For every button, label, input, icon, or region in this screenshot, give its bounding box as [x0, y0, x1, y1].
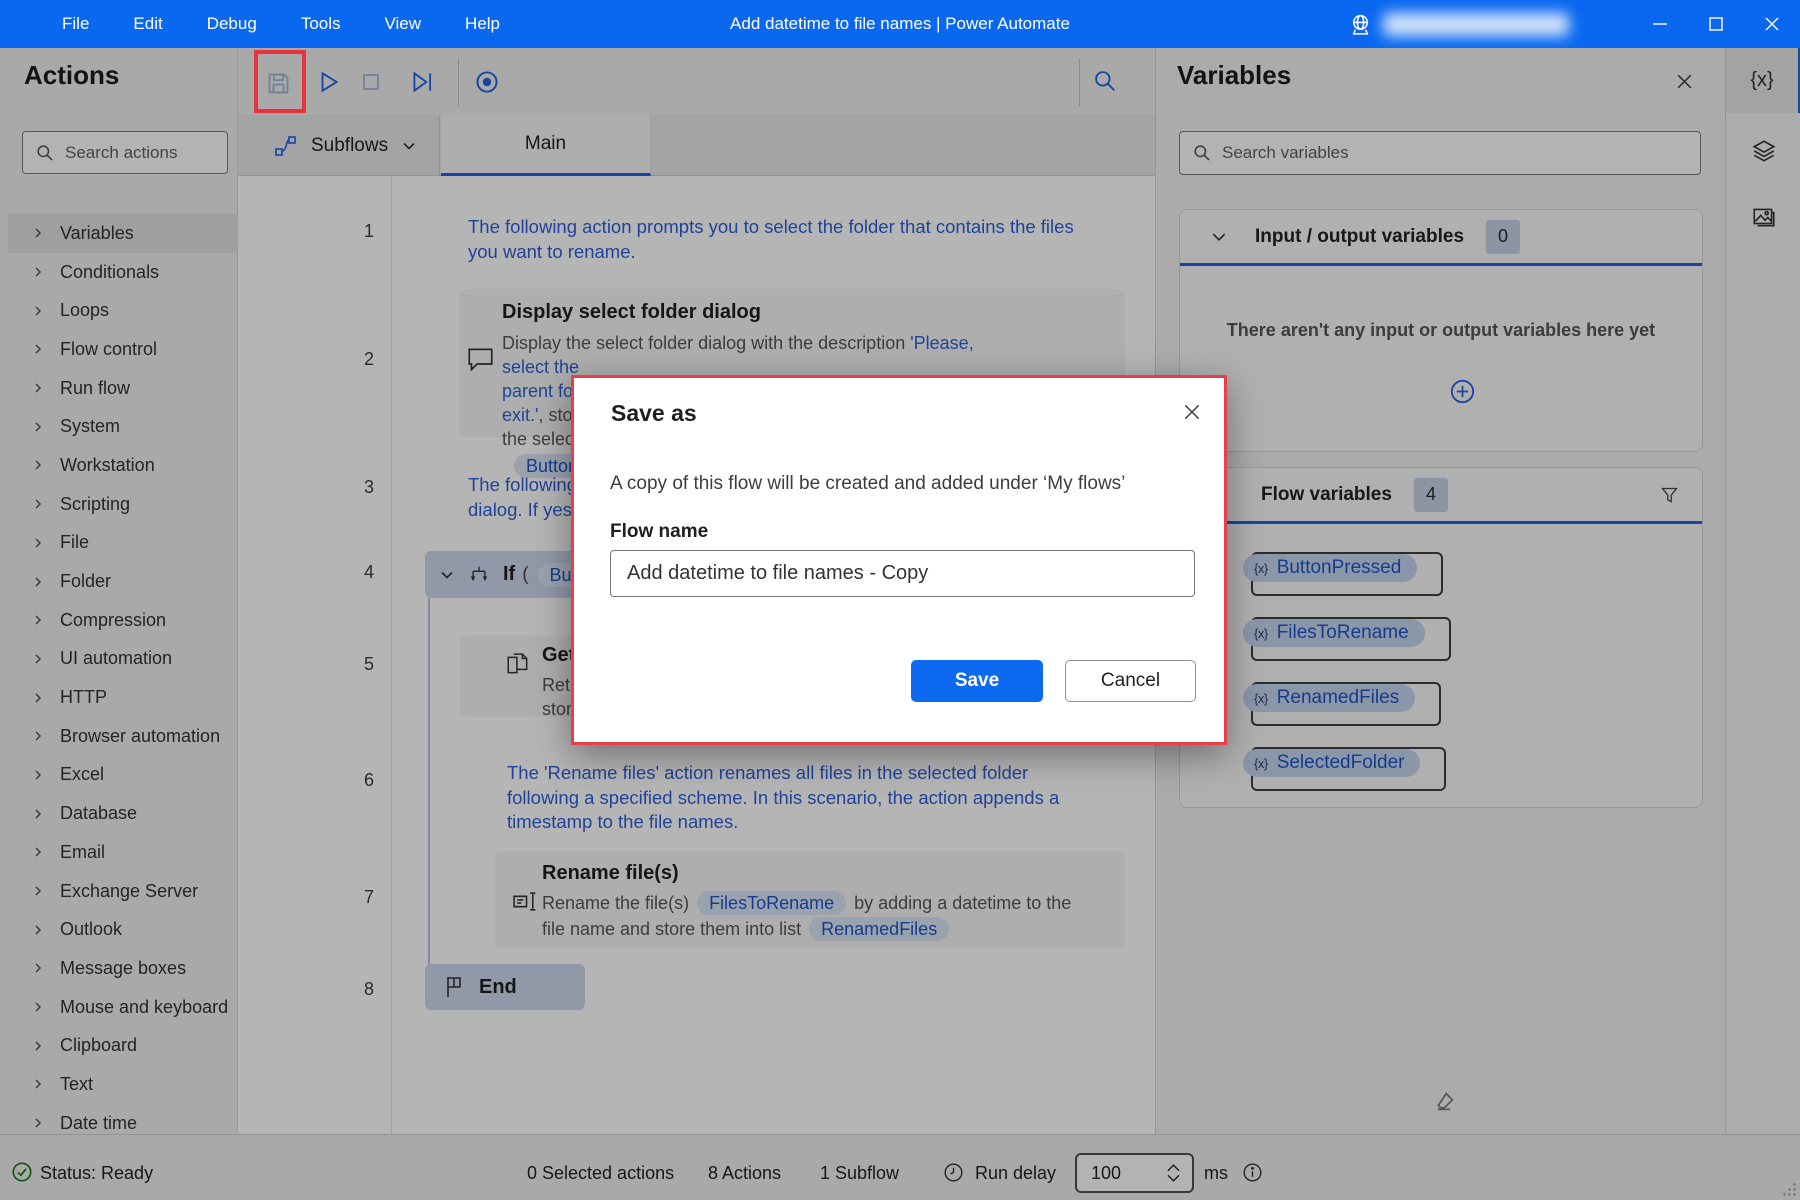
menu-item[interactable]: Help — [465, 14, 500, 34]
cancel-button[interactable]: Cancel — [1065, 660, 1196, 702]
save-as-dialog: Save as A copy of this flow will be crea… — [571, 375, 1227, 745]
close-icon — [1182, 402, 1202, 422]
menu-item[interactable]: Debug — [207, 14, 257, 34]
menu-item[interactable]: Edit — [133, 14, 162, 34]
flow-name-input[interactable] — [610, 550, 1195, 597]
maximize-button[interactable] — [1688, 0, 1744, 48]
dialog-title: Save as — [611, 400, 697, 427]
redacted-account-name — [1383, 13, 1569, 36]
dialog-close-button[interactable] — [1182, 402, 1202, 422]
power-automate-window: FileEditDebugToolsViewHelp Add datetime … — [0, 0, 1800, 1200]
menu-item[interactable]: View — [385, 14, 422, 34]
save-button[interactable]: Save — [911, 660, 1043, 702]
title-bar: FileEditDebugToolsViewHelp Add datetime … — [0, 0, 1800, 48]
minimize-button[interactable] — [1632, 0, 1688, 48]
menu-item[interactable]: File — [62, 14, 89, 34]
menu-bar: File Edit Debug Tools View Help — [62, 0, 500, 48]
globe-icon — [1348, 12, 1373, 37]
close-button[interactable] — [1744, 0, 1800, 48]
flow-name-label: Flow name — [610, 521, 708, 543]
account-info[interactable] — [1348, 0, 1569, 48]
dialog-body-text: A copy of this flow will be created and … — [610, 473, 1125, 495]
save-button-highlight — [254, 50, 306, 113]
menu-item[interactable]: Tools — [301, 14, 341, 34]
